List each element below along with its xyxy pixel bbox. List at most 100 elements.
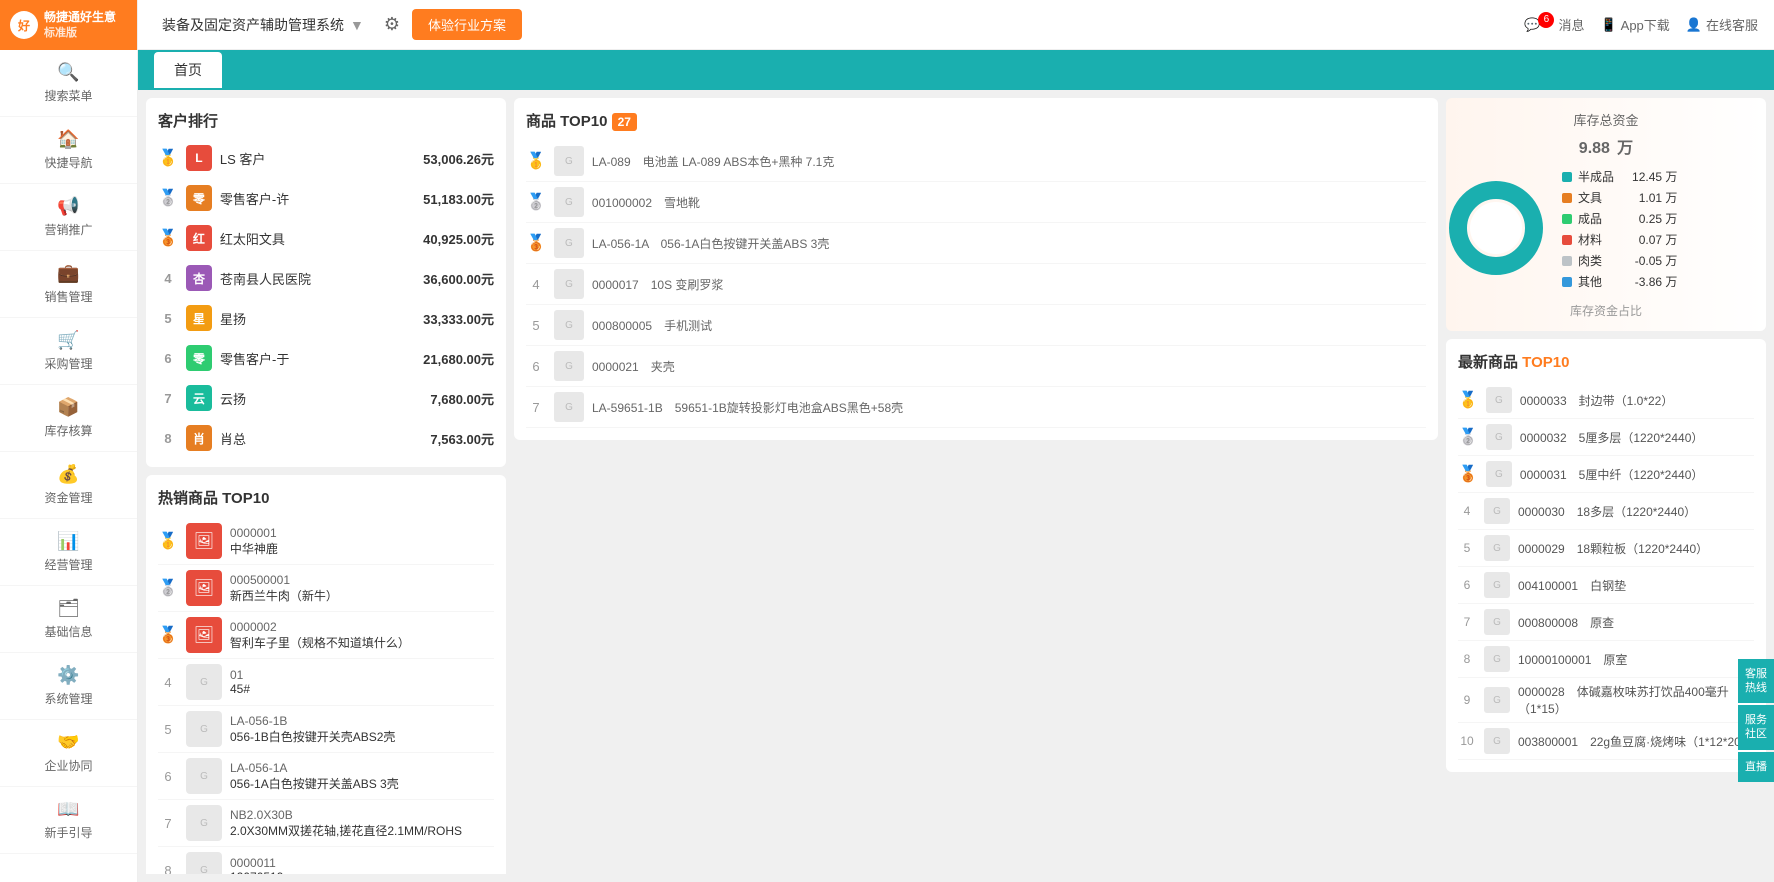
newest-thumb: G xyxy=(1486,461,1512,487)
legend-item: 材料 0.07 万 xyxy=(1562,231,1677,248)
floating-btn-客服热线[interactable]: 客服热线 xyxy=(1738,659,1774,704)
mid-product-info: 001000002 雪地靴 xyxy=(592,194,1426,211)
newest-product-item: 7 G 000800008 原查 xyxy=(1458,604,1754,641)
app-download-btn[interactable]: 📱 App下载 xyxy=(1600,15,1669,34)
rank-avatar: L xyxy=(186,145,212,171)
bronze-medal: 🥉 xyxy=(158,228,178,248)
settings-icon[interactable]: ⚙ xyxy=(384,14,400,35)
sidebar-item-企业协同[interactable]: 🤝企业协同 xyxy=(0,720,137,787)
hot-product-item: 🥉 🖼 0000002 智利车子里（规格不知道填什么） xyxy=(158,612,494,659)
system-selector[interactable]: 装备及固定资产辅助管理系统 ▼ xyxy=(154,11,372,39)
donut-chart xyxy=(1446,178,1546,281)
mid-badge: 27 xyxy=(612,113,637,131)
rank-item: 🥉 红 红太阳文具 40,925.00元 xyxy=(158,221,494,255)
newest-product-item: 4 G 0000030 18多层（1220*2440） xyxy=(1458,493,1754,530)
mid-product-thumb: G xyxy=(554,351,584,381)
sidebar-item-搜索菜单[interactable]: 🔍搜索菜单 xyxy=(0,50,137,117)
experience-btn[interactable]: 体验行业方案 xyxy=(412,9,522,40)
online-service-btn[interactable]: 👤 在线客服 xyxy=(1686,15,1758,34)
nav-tabs: 首页 xyxy=(138,50,1774,90)
hot-product-item: 7 G NB2.0X30B 2.0X30MM双搓花轴,搓花直径2.1MM/ROH… xyxy=(158,800,494,847)
rank-item: 6 零 零售客户-于 21,680.00元 xyxy=(158,341,494,375)
product-info: 0000011 12070519-xs xyxy=(230,856,494,874)
floating-btn-直播[interactable]: 直播 xyxy=(1738,752,1774,782)
newest-products-title: 最新商品 TOP10 xyxy=(1458,351,1754,372)
hot-products-title: 热销商品 TOP10 xyxy=(158,487,494,508)
product-info: 0000001 中华神鹿 xyxy=(230,526,494,557)
mid-product-info: 0000021 夹壳 xyxy=(592,358,1426,375)
silver-medal: 🥈 xyxy=(158,188,178,208)
newest-thumb: G xyxy=(1484,498,1510,524)
mid-product-thumb: G xyxy=(554,392,584,422)
floating-btn-服务社区[interactable]: 服务社区 xyxy=(1738,705,1774,750)
rank-avatar: 杏 xyxy=(186,265,212,291)
inventory-legend: 半成品 12.45 万 文具 1.01 万 成品 0.25 万 材料 0.07 … xyxy=(1562,168,1677,290)
rank-avatar: 红 xyxy=(186,225,212,251)
mid-product-item: 5 G 000800005 手机测试 xyxy=(526,305,1426,346)
sidebar-item-采购管理[interactable]: 🛒采购管理 xyxy=(0,318,137,385)
sidebar-item-销售管理[interactable]: 💼销售管理 xyxy=(0,251,137,318)
mid-product-item: 🥉 G LA-056-1A 056-1A白色按键开关盖ABS 3壳 xyxy=(526,223,1426,264)
legend-dot xyxy=(1562,235,1572,245)
newest-thumb: G xyxy=(1484,572,1510,598)
message-btn[interactable]: 💬 6 消息 xyxy=(1524,15,1584,34)
rank-name: 星扬 xyxy=(220,309,415,328)
rank-value: 7,563.00元 xyxy=(430,429,494,448)
newest-product-item: 10 G 003800001 22g鱼豆腐·烧烤味（1*12*20） xyxy=(1458,723,1754,760)
mid-products-title: 商品 TOP10 27 xyxy=(526,110,1426,131)
product-thumb: G xyxy=(186,805,222,841)
newest-thumb: G xyxy=(1484,646,1510,672)
rank-value: 40,925.00元 xyxy=(423,229,494,248)
legend-item: 半成品 12.45 万 xyxy=(1562,168,1677,185)
sidebar-item-经营管理[interactable]: 📊经营管理 xyxy=(0,519,137,586)
logo-icon: 好 xyxy=(10,11,38,39)
left-column: 客户排行 🥇 L LS 客户 53,006.26元 🥈 零 零售客户-许 51,… xyxy=(146,98,506,874)
sidebar-item-基础信息[interactable]: 🗂基础信息 xyxy=(0,586,137,653)
service-icon: 👤 xyxy=(1686,17,1702,33)
phone-icon: 📱 xyxy=(1600,17,1616,33)
mid-product-item: 7 G LA-59651-1B 59651-1B旋转投影灯电池盒ABS黑色+58… xyxy=(526,387,1426,428)
sidebar-menu: 🔍搜索菜单🏠快捷导航📢营销推广💼销售管理🛒采购管理📦库存核算💰资金管理📊经营管理… xyxy=(0,50,137,882)
customer-ranking-title: 客户排行 xyxy=(158,110,494,131)
rank-value: 36,600.00元 xyxy=(423,269,494,288)
rank-name: 零售客户-于 xyxy=(220,349,415,368)
rank-avatar: 肖 xyxy=(186,425,212,451)
sidebar-item-快捷导航[interactable]: 🏠快捷导航 xyxy=(0,117,137,184)
rank-item: 4 杏 苍南县人民医院 36,600.00元 xyxy=(158,261,494,295)
content-area: 客户排行 🥇 L LS 客户 53,006.26元 🥈 零 零售客户-许 51,… xyxy=(138,90,1774,882)
rank-name: 红太阳文具 xyxy=(220,229,415,248)
tab-home[interactable]: 首页 xyxy=(154,52,222,88)
rank-avatar: 星 xyxy=(186,305,212,331)
sidebar-item-资金管理[interactable]: 💰资金管理 xyxy=(0,452,137,519)
mid-product-thumb: G xyxy=(554,146,584,176)
rank-name: 肖总 xyxy=(220,429,422,448)
sidebar-logo: 好 畅捷通好生意 标准版 xyxy=(0,0,137,50)
product-thumb: G xyxy=(186,711,222,747)
newest-product-item: 9 G 0000028 体碱嘉枚味苏打饮品400毫升（1*15） xyxy=(1458,678,1754,723)
product-info: 01 45# xyxy=(230,668,494,696)
sidebar-item-系统管理[interactable]: ⚙️系统管理 xyxy=(0,653,137,720)
mid-product-item: 4 G 0000017 10S 变刷罗浆 xyxy=(526,264,1426,305)
legend-dot xyxy=(1562,214,1572,224)
hot-products-card: 热销商品 TOP10 🥇 🖼 0000001 中华神鹿 🥈 🖼 00050000… xyxy=(146,475,506,874)
newest-products-card: 最新商品 TOP10 🥇 G 0000033 封边带（1.0*22） 🥈 G 0… xyxy=(1446,339,1766,772)
sidebar-item-库存核算[interactable]: 📦库存核算 xyxy=(0,385,137,452)
newest-thumb: G xyxy=(1484,609,1510,635)
donut-container: 半成品 12.45 万 文具 1.01 万 成品 0.25 万 材料 0.07 … xyxy=(1446,160,1766,298)
inventory-card: 库存总资金 9.88 万 xyxy=(1446,98,1766,331)
rank-item: 5 星 星扬 33,333.00元 xyxy=(158,301,494,335)
sidebar-item-新手引导[interactable]: 📖新手引导 xyxy=(0,787,137,854)
rank-name: 苍南县人民医院 xyxy=(220,269,415,288)
sidebar-item-营销推广[interactable]: 📢营销推广 xyxy=(0,184,137,251)
legend-dot xyxy=(1562,277,1572,287)
newest-product-item: 🥇 G 0000033 封边带（1.0*22） xyxy=(1458,382,1754,419)
main: 首页 客户排行 🥇 L LS 客户 53,006.26元 🥈 零 零售客户-许 … xyxy=(138,50,1774,882)
rank-name: 零售客户-许 xyxy=(220,189,415,208)
rank-item: 🥈 零 零售客户-许 51,183.00元 xyxy=(158,181,494,215)
topbar: 装备及固定资产辅助管理系统 ▼ ⚙ 体验行业方案 💬 6 消息 📱 App下载 … xyxy=(138,0,1774,50)
topbar-right: 💬 6 消息 📱 App下载 👤 在线客服 xyxy=(1524,15,1758,34)
mid-product-info: 000800005 手机测试 xyxy=(592,317,1426,334)
product-info: 000500001 新西兰牛肉（新牛） xyxy=(230,573,494,604)
mid-product-item: 🥇 G LA-089 电池盖 LA-089 ABS本色+黑种 7.1克 xyxy=(526,141,1426,182)
newest-products-list: 🥇 G 0000033 封边带（1.0*22） 🥈 G 0000032 5厘多层… xyxy=(1458,382,1754,760)
